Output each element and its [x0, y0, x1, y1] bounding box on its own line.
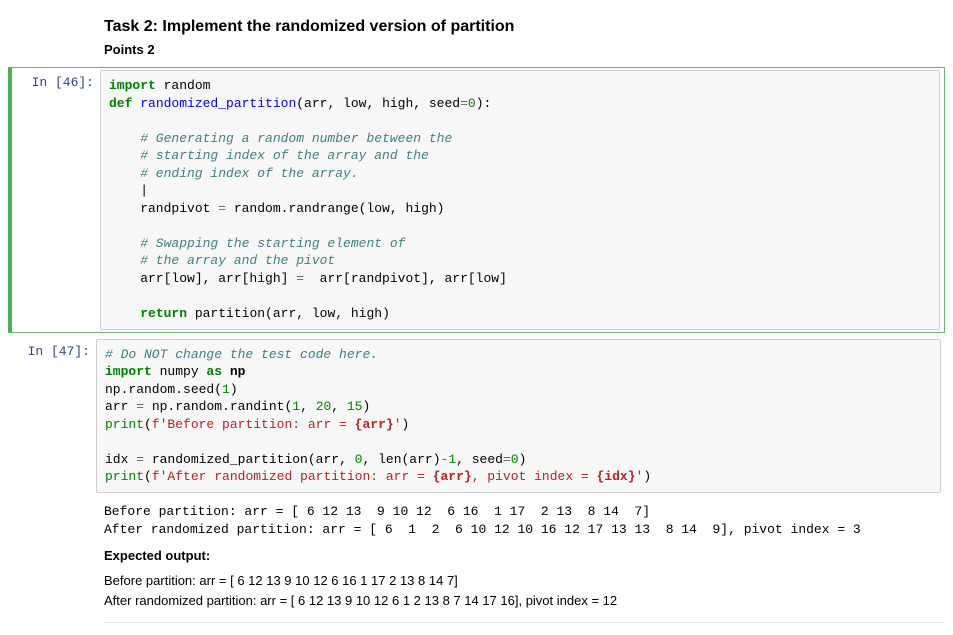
comma: , [300, 399, 316, 414]
kw-return: return [140, 306, 187, 321]
comment-line: # starting index of the array and the [109, 148, 429, 163]
comment-line: # Do NOT change the test code here. [105, 347, 378, 362]
cursor-line: | [109, 183, 148, 198]
stdout-output: Before partition: arr = [ 6 12 13 9 10 1… [96, 499, 941, 542]
paren-close: ) [363, 399, 371, 414]
code-line: , len(arr) [362, 452, 440, 467]
code-line: idx [105, 452, 136, 467]
prompt-label: In [46]: [12, 70, 100, 90]
code-line: randpivot [109, 201, 218, 216]
fstr-expr: {arr} [433, 469, 472, 484]
comma: , [331, 399, 347, 414]
mod-numpy: numpy [152, 364, 207, 379]
markdown-cell-task: Task 2: Implement the randomized version… [104, 18, 945, 57]
num-zero: 0 [468, 96, 476, 111]
expected-title: Expected output: [104, 548, 945, 563]
code-line: arr[low], arr[high] [109, 271, 296, 286]
kw-as: as [206, 364, 222, 379]
op-eq: = [503, 452, 511, 467]
num: 1 [448, 452, 456, 467]
kw-import: import [109, 78, 156, 93]
output-line: After randomized partition: arr = [ 6 1 … [104, 522, 861, 537]
code-input[interactable]: import random def randomized_partition(a… [100, 70, 940, 330]
comment-line: # the array and the pivot [109, 253, 335, 268]
notebook-container: Task 2: Implement the randomized version… [0, 0, 953, 635]
task-title: Task 2: Implement the randomized version… [104, 18, 945, 36]
code-line: arr[randpivot], arr[low] [304, 271, 507, 286]
str: f'Before partition: arr = [152, 417, 355, 432]
kw-def: def [109, 96, 132, 111]
str: f'After randomized partition: arr = [152, 469, 433, 484]
fstr-expr: {arr} [355, 417, 394, 432]
fstr-expr: {idx} [597, 469, 636, 484]
paren-close: ) [519, 452, 527, 467]
op-eq: = [218, 201, 226, 216]
kw-import: import [105, 364, 152, 379]
num: 1 [292, 399, 300, 414]
expected-line: Before partition: arr = [ 6 12 13 9 10 1… [104, 571, 945, 591]
comment-line: # Generating a random number between the [109, 131, 452, 146]
task-points: Points 2 [104, 42, 945, 57]
prompt-label: In [47]: [8, 339, 96, 359]
output-cell-47: Before partition: arr = [ 6 12 13 9 10 1… [8, 499, 945, 542]
mod-random: random [156, 78, 211, 93]
divider [104, 622, 945, 623]
code-line: randomized_partition(arr, [144, 452, 355, 467]
comment-line: # ending index of the array. [109, 166, 359, 181]
code-line: np.random.seed( [105, 382, 222, 397]
expected-line: After randomized partition: arr = [ 6 12… [104, 591, 945, 611]
op-eq: = [136, 399, 144, 414]
code-line: ) [230, 382, 238, 397]
code-line: partition(arr, low, high) [187, 306, 390, 321]
code-line: arr [105, 399, 136, 414]
fn-print: print [105, 417, 144, 432]
paren-close: ) [402, 417, 410, 432]
code-input[interactable]: # Do NOT change the test code here. impo… [96, 339, 941, 493]
code-line: np.random.randint( [144, 399, 292, 414]
code-cell-46[interactable]: In [46]: import random def randomized_pa… [8, 67, 945, 333]
str-end: ' [394, 417, 402, 432]
str: , pivot index = [472, 469, 597, 484]
alias-np: np [222, 364, 245, 379]
op-eq: = [136, 452, 144, 467]
paren-close: ) [643, 469, 651, 484]
num: 15 [347, 399, 363, 414]
output-line: Before partition: arr = [ 6 12 13 9 10 1… [104, 504, 650, 519]
comment-line: # Swapping the starting element of [109, 236, 405, 251]
num: 20 [316, 399, 332, 414]
paren-open: ( [144, 417, 152, 432]
expected-output-block: Expected output: Before partition: arr =… [104, 548, 945, 610]
fn-close: ): [476, 96, 492, 111]
fn-name: randomized_partition [140, 96, 296, 111]
indent [109, 306, 140, 321]
code-line: random.randrange(low, high) [226, 201, 444, 216]
num: 0 [511, 452, 519, 467]
op-eq: = [296, 271, 304, 286]
op-eq: = [460, 96, 468, 111]
code-line: , seed [456, 452, 503, 467]
output-prompt-empty [8, 499, 96, 504]
code-cell-47[interactable]: In [47]: # Do NOT change the test code h… [8, 339, 945, 493]
fn-print: print [105, 469, 144, 484]
paren-open: ( [144, 469, 152, 484]
fn-args: (arr, low, high, seed [296, 96, 460, 111]
num: 1 [222, 382, 230, 397]
